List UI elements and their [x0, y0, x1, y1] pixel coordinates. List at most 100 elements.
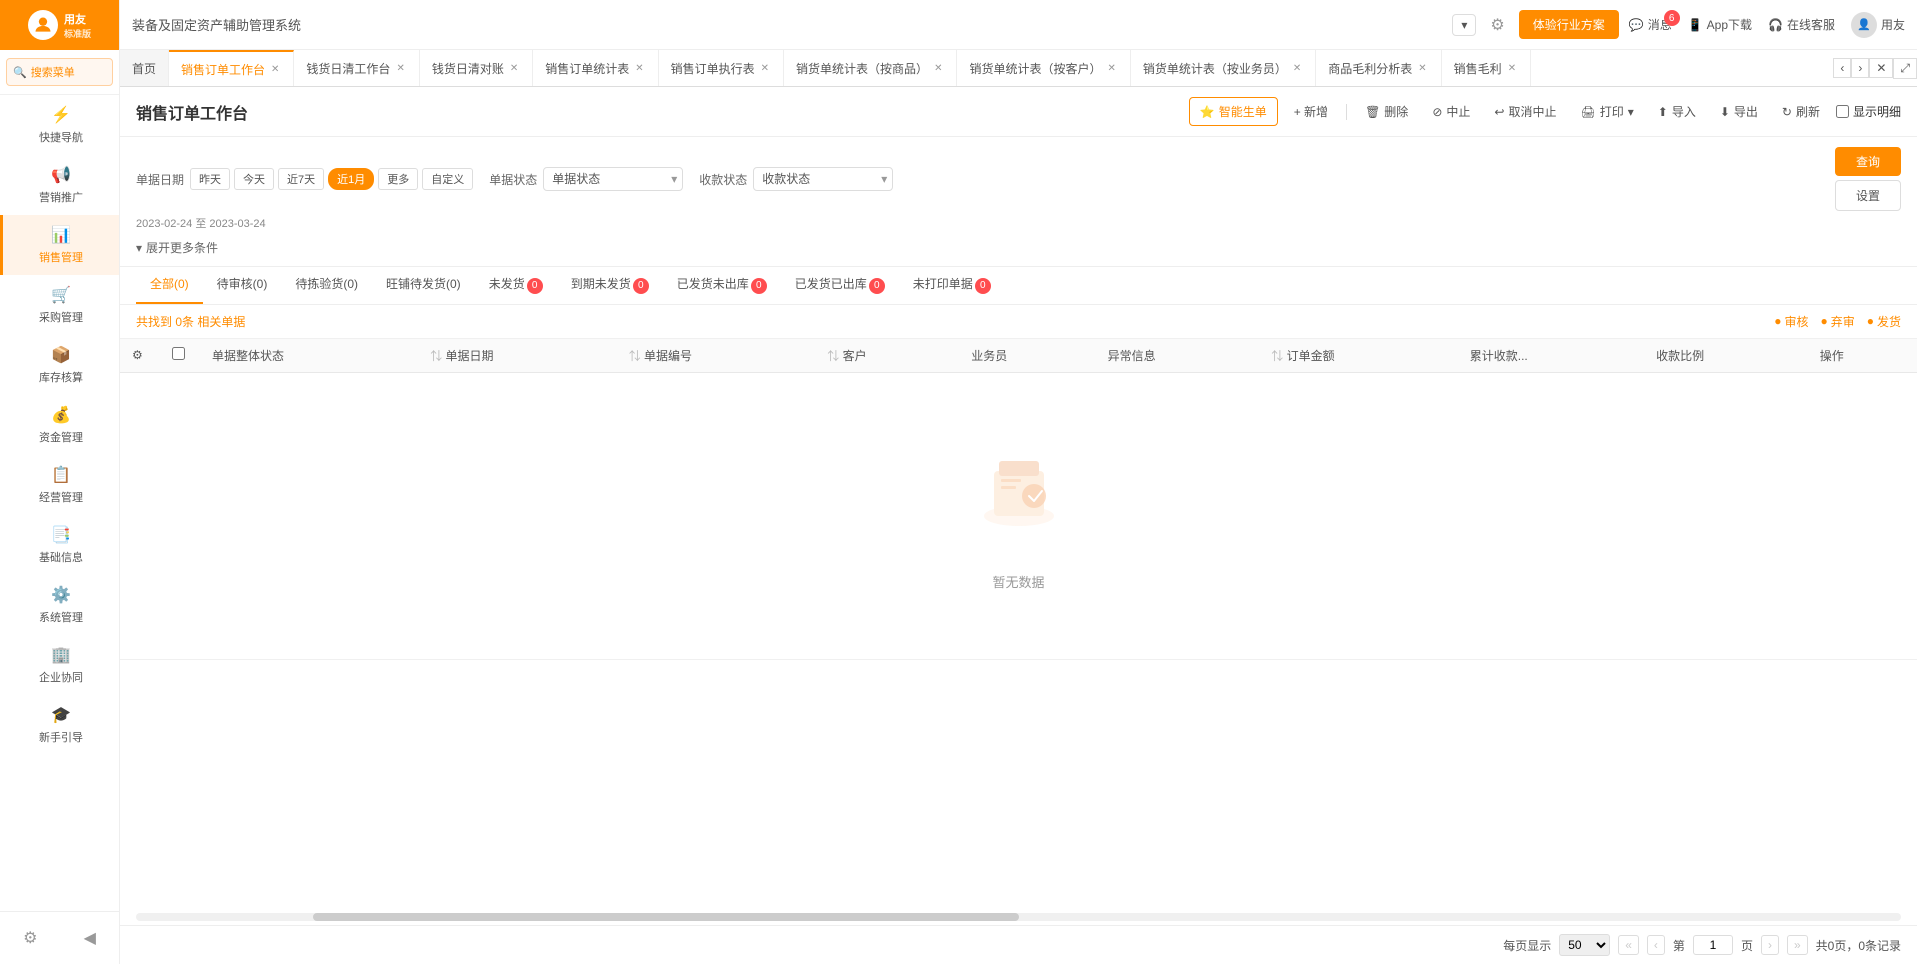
status-select[interactable]: 单据状态	[543, 167, 683, 191]
tab-cash-daily[interactable]: 钱货日清工作台 ✕	[294, 50, 419, 86]
export-button[interactable]: ⬇ 导出	[1712, 99, 1766, 124]
review-action[interactable]: ● 审核	[1774, 313, 1808, 330]
first-page-button[interactable]: «	[1618, 935, 1639, 955]
print-button[interactable]: 🖨 打印 ▾	[1572, 99, 1641, 124]
payment-select[interactable]: 收款状态	[753, 167, 893, 191]
tab-close-all-button[interactable]: ✕	[1869, 58, 1893, 78]
page-size-select[interactable]: 50 10 20 100	[1559, 934, 1610, 956]
show-detail-checkbox[interactable]	[1836, 105, 1849, 118]
import-button[interactable]: ⬆ 导入	[1650, 99, 1704, 124]
sidebar-item-guide[interactable]: 🎓 新手引导	[0, 695, 119, 755]
th-amount[interactable]: ⇅ 订单金额	[1259, 339, 1458, 373]
tab-close-icon[interactable]: ✕	[1416, 62, 1428, 75]
tab-label: 商品毛利分析表	[1328, 60, 1412, 77]
tab-close-icon[interactable]: ✕	[1506, 62, 1518, 75]
solution-button[interactable]: 体验行业方案	[1519, 10, 1619, 39]
page-input[interactable]	[1693, 935, 1733, 955]
topbar-settings-button[interactable]: ⚙	[1486, 11, 1508, 39]
tab-expand-button[interactable]: ⤢	[1893, 58, 1917, 79]
last-page-button[interactable]: »	[1787, 935, 1808, 955]
sidebar-item-sales[interactable]: 📊 销售管理	[0, 215, 119, 275]
subtab-pending-check[interactable]: 待拣验货(0)	[281, 267, 372, 304]
sidebar-item-purchase[interactable]: 🛒 采购管理	[0, 275, 119, 335]
show-detail-label[interactable]: 显示明细	[1836, 103, 1901, 120]
user-button[interactable]: 👤 用友	[1851, 12, 1905, 38]
stop-button[interactable]: ⊘ 中止	[1424, 99, 1478, 124]
last1month-btn[interactable]: 近1月	[328, 168, 374, 190]
sidebar-item-system[interactable]: ⚙️ 系统管理	[0, 575, 119, 635]
next-page-button[interactable]: ›	[1761, 935, 1779, 955]
export-icon: ⬇	[1720, 105, 1730, 119]
last7-btn[interactable]: 近7天	[278, 168, 324, 190]
tab-sales-stat[interactable]: 销售订单统计表 ✕	[533, 50, 658, 86]
tab-close-icon[interactable]: ✕	[508, 62, 520, 75]
tab-close-icon[interactable]: ✕	[1291, 62, 1303, 75]
sidebar-item-inventory[interactable]: 📦 库存核算	[0, 335, 119, 395]
table-scroll-area[interactable]: ⚙ 单据整体状态 ⇅ 单据日期	[120, 339, 1917, 910]
th-number[interactable]: ⇅ 单据编号	[617, 339, 816, 373]
search-menu-button[interactable]: 🔍 搜索菜单	[6, 58, 113, 86]
subtab-shipped-out[interactable]: 已发货已出库0	[781, 267, 899, 304]
tab-product-profit[interactable]: 商品毛利分析表 ✕	[1316, 50, 1441, 86]
tab-close-icon[interactable]: ✕	[633, 62, 645, 75]
th-settings[interactable]: ⚙	[120, 339, 160, 373]
th-checkbox[interactable]	[160, 339, 200, 373]
delete-button[interactable]: 🗑 删除	[1357, 99, 1416, 124]
sidebar-item-operation[interactable]: 📋 经营管理	[0, 455, 119, 515]
tab-sales-stat-customer[interactable]: 销货单统计表（按客户） ✕	[957, 50, 1130, 86]
sidebar-item-quick[interactable]: ⚡ 快捷导航	[0, 95, 119, 155]
expand-filter-button[interactable]: ▾ 展开更多条件	[136, 239, 1901, 256]
tab-close-icon[interactable]: ✕	[932, 62, 944, 75]
tab-scroll-right-button[interactable]: ›	[1851, 58, 1869, 78]
tab-cash-reconcile[interactable]: 钱货日清对账 ✕	[420, 50, 533, 86]
subtab-shipped-not-out[interactable]: 已发货未出库0	[663, 267, 781, 304]
system-dropdown-button[interactable]: ▾	[1452, 14, 1476, 36]
subtab-not-shipped[interactable]: 未发货0	[475, 267, 557, 304]
new-button[interactable]: + 新增	[1286, 99, 1336, 124]
ship-action[interactable]: ● 发货	[1867, 313, 1901, 330]
yesterday-btn[interactable]: 昨天	[190, 168, 230, 190]
sidebar-item-capital[interactable]: 💰 资金管理	[0, 395, 119, 455]
app-download-button[interactable]: 📱 App下载	[1688, 16, 1752, 33]
tab-sales-exec[interactable]: 销售订单执行表 ✕	[659, 50, 784, 86]
sidebar-item-basic[interactable]: 📑 基础信息	[0, 515, 119, 575]
sidebar-item-label: 营销推广	[39, 189, 83, 205]
tab-close-icon[interactable]: ✕	[759, 62, 771, 75]
message-button[interactable]: 💬 消息 6	[1629, 16, 1672, 33]
subtab-not-printed[interactable]: 未打印单据0	[899, 267, 1005, 304]
th-date[interactable]: ⇅ 单据日期	[418, 339, 617, 373]
subtab-overdue[interactable]: 到期未发货0	[557, 267, 663, 304]
tab-close-icon[interactable]: ✕	[1105, 62, 1117, 75]
tab-sales-stat-product[interactable]: 销货单统计表（按商品） ✕	[784, 50, 957, 86]
tab-close-icon[interactable]: ✕	[394, 62, 406, 75]
select-all-checkbox[interactable]	[172, 347, 185, 360]
horizontal-scrollbar[interactable]	[136, 913, 1901, 921]
more-btn[interactable]: 更多	[378, 168, 418, 190]
tab-scroll-left-button[interactable]: ‹	[1833, 58, 1851, 78]
sidebar-item-label: 快捷导航	[39, 129, 83, 145]
scrollbar-thumb[interactable]	[313, 913, 1019, 921]
query-button[interactable]: 查询	[1835, 147, 1901, 176]
sidebar-item-marketing[interactable]: 📢 营销推广	[0, 155, 119, 215]
smart-create-button[interactable]: ⭐ 智能生单	[1189, 97, 1278, 126]
subtab-wangpu[interactable]: 旺铺待发货(0)	[372, 267, 475, 304]
subtab-pending-review[interactable]: 待审核(0)	[203, 267, 282, 304]
prev-page-button[interactable]: ‹	[1647, 935, 1665, 955]
online-service-button[interactable]: 🎧 在线客服	[1768, 16, 1835, 33]
tab-close-icon[interactable]: ✕	[269, 63, 281, 76]
cancel-stop-button[interactable]: ↩ 取消中止	[1486, 99, 1564, 124]
tab-home[interactable]: 首页	[120, 50, 169, 86]
unreview-action[interactable]: ● 弃审	[1820, 313, 1854, 330]
tab-sales-workbench[interactable]: 销售订单工作台 ✕	[169, 50, 294, 86]
tab-sales-stat-staff[interactable]: 销货单统计表（按业务员） ✕	[1131, 50, 1316, 86]
th-customer[interactable]: ⇅ 客户	[815, 339, 959, 373]
sidebar-settings-button[interactable]: ⚙	[15, 920, 45, 956]
set-button[interactable]: 设置	[1835, 180, 1901, 211]
sidebar-item-enterprise[interactable]: 🏢 企业协同	[0, 635, 119, 695]
sidebar-collapse-button[interactable]: ◀	[76, 920, 104, 956]
today-btn[interactable]: 今天	[234, 168, 274, 190]
refresh-button[interactable]: ↻ 刷新	[1774, 99, 1828, 124]
tab-sales-gross[interactable]: 销售毛利 ✕	[1442, 50, 1531, 86]
subtab-all[interactable]: 全部(0)	[136, 267, 203, 304]
custom-btn[interactable]: 自定义	[422, 168, 473, 190]
